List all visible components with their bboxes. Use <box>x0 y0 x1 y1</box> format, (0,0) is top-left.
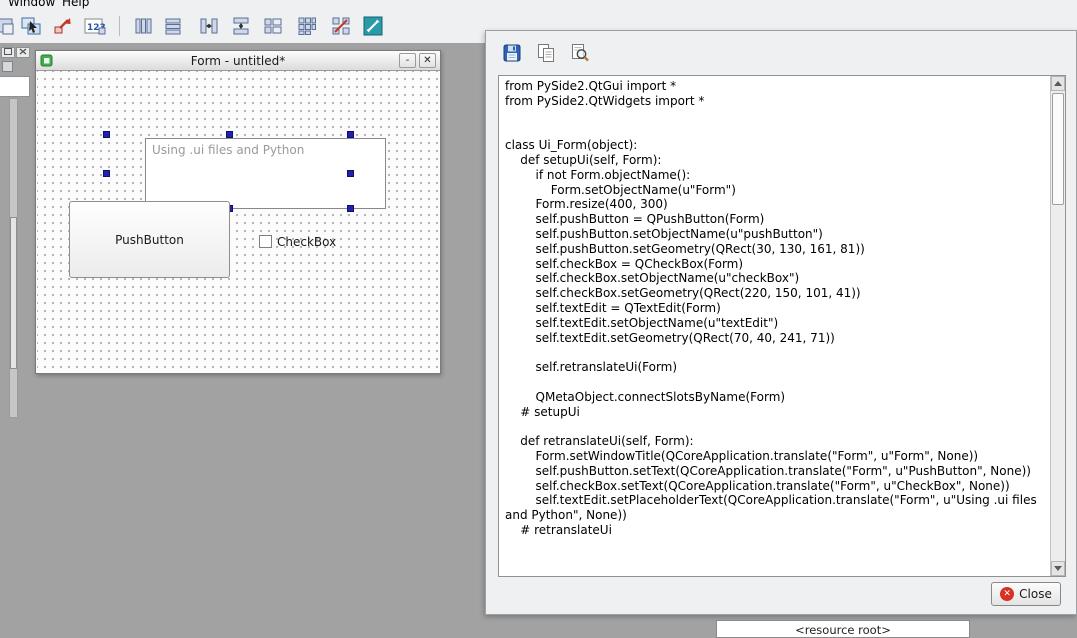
checkbox-label: CheckBox <box>277 235 336 249</box>
copy-icon <box>535 42 557 64</box>
layout-splitter-vertical-icon <box>230 15 252 37</box>
selection-handle-top-center[interactable] <box>226 131 233 138</box>
clipped-icon <box>0 15 15 37</box>
adjust-size-icon <box>361 14 385 38</box>
find-button[interactable] <box>566 39 594 67</box>
find-icon <box>569 42 591 64</box>
form-titlebar[interactable]: Form - untitled* - ✕ <box>36 51 440 71</box>
edit-signals-slots-icon <box>52 15 74 37</box>
checkbox-widget[interactable]: CheckBox <box>259 221 360 262</box>
scrollbar-thumb[interactable] <box>1052 93 1064 205</box>
edit-widgets-icon <box>20 15 42 37</box>
layout-splitter-horizontal-icon <box>198 15 220 37</box>
generated-code-text[interactable]: from PySide2.QtGui import * from PySide2… <box>499 76 1050 576</box>
dock-float-button[interactable] <box>1 47 15 58</box>
break-layout-icon <box>330 15 352 37</box>
close-circle-icon: ✕ <box>1000 587 1014 601</box>
resource-root-item[interactable]: <resource root> <box>716 620 970 638</box>
arrow-down-icon <box>1054 566 1062 571</box>
layout-horizontal-icon <box>132 15 154 37</box>
break-layout-button[interactable] <box>328 13 354 39</box>
layout-vertical-icon <box>162 15 184 37</box>
dock-scrollbar-thumb[interactable] <box>10 217 17 369</box>
layout-form-button[interactable] <box>260 13 286 39</box>
code-scrollbar[interactable] <box>1050 76 1065 576</box>
dock-filter-input[interactable] <box>0 76 30 97</box>
menubar: Window Help <box>0 0 1077 9</box>
edit-widgets-button[interactable] <box>18 13 44 39</box>
layout-splitter-horizontal-button[interactable] <box>196 13 222 39</box>
layout-splitter-vertical-button[interactable] <box>228 13 254 39</box>
clipped-toolbar-icon[interactable] <box>0 13 17 39</box>
layout-grid-button[interactable] <box>294 13 320 39</box>
save-icon <box>501 42 523 64</box>
save-button[interactable] <box>498 39 526 67</box>
layout-grid-icon <box>296 15 318 37</box>
form-editor-window: Form - untitled* - ✕ Using .ui files and… <box>35 50 441 374</box>
selection-handle-top-right[interactable] <box>347 131 354 138</box>
layout-horizontal-button[interactable] <box>130 13 156 39</box>
adjust-size-button[interactable] <box>360 13 386 39</box>
edit-signals-slots-button[interactable] <box>50 13 76 39</box>
code-view-container: from PySide2.QtGui import * from PySide2… <box>498 75 1066 577</box>
layout-vertical-button[interactable] <box>160 13 186 39</box>
selection-handle-bottom-right[interactable] <box>347 205 354 212</box>
menu-window[interactable]: Window <box>8 0 55 9</box>
mdi-area: Form - untitled* - ✕ Using .ui files and… <box>0 43 1077 638</box>
checkbox-indicator[interactable] <box>259 235 272 248</box>
dialog-close-button[interactable]: ✕ Close <box>991 582 1061 606</box>
qt-designer-window: Window Help 1 <box>0 0 1077 638</box>
toolbar-separator <box>119 16 120 36</box>
form-title: Form - untitled* <box>36 54 440 68</box>
selection-handle-top-left[interactable] <box>103 131 110 138</box>
copy-button[interactable] <box>532 39 560 67</box>
scroll-down-button[interactable] <box>1051 561 1065 576</box>
scroll-up-button[interactable] <box>1051 76 1065 91</box>
close-button-label: Close <box>1019 587 1052 601</box>
dock-scrollbar[interactable] <box>9 98 18 418</box>
edit-tab-order-button[interactable]: 123 <box>82 13 108 39</box>
menu-help[interactable]: Help <box>62 0 89 9</box>
code-dialog-toolbar <box>498 39 594 69</box>
selection-handle-mid-right[interactable] <box>347 170 354 177</box>
close-icon <box>19 48 27 55</box>
dock-panel-icon <box>2 61 13 72</box>
edit-tab-order-icon: 123 <box>83 15 107 37</box>
arrow-up-icon <box>1054 81 1062 86</box>
selection-handle-mid-left[interactable] <box>103 170 110 177</box>
close-button[interactable]: ✕ <box>419 53 436 68</box>
pushbutton-widget[interactable]: PushButton <box>69 201 230 278</box>
code-preview-dialog: from PySide2.QtGui import * from PySide2… <box>485 30 1077 615</box>
dock-close-button[interactable] <box>16 47 30 58</box>
float-icon <box>4 48 12 55</box>
minimize-button[interactable]: - <box>399 53 416 68</box>
form-canvas[interactable]: Using .ui files and Python PushButton Ch… <box>37 71 439 373</box>
layout-form-icon <box>262 15 284 37</box>
